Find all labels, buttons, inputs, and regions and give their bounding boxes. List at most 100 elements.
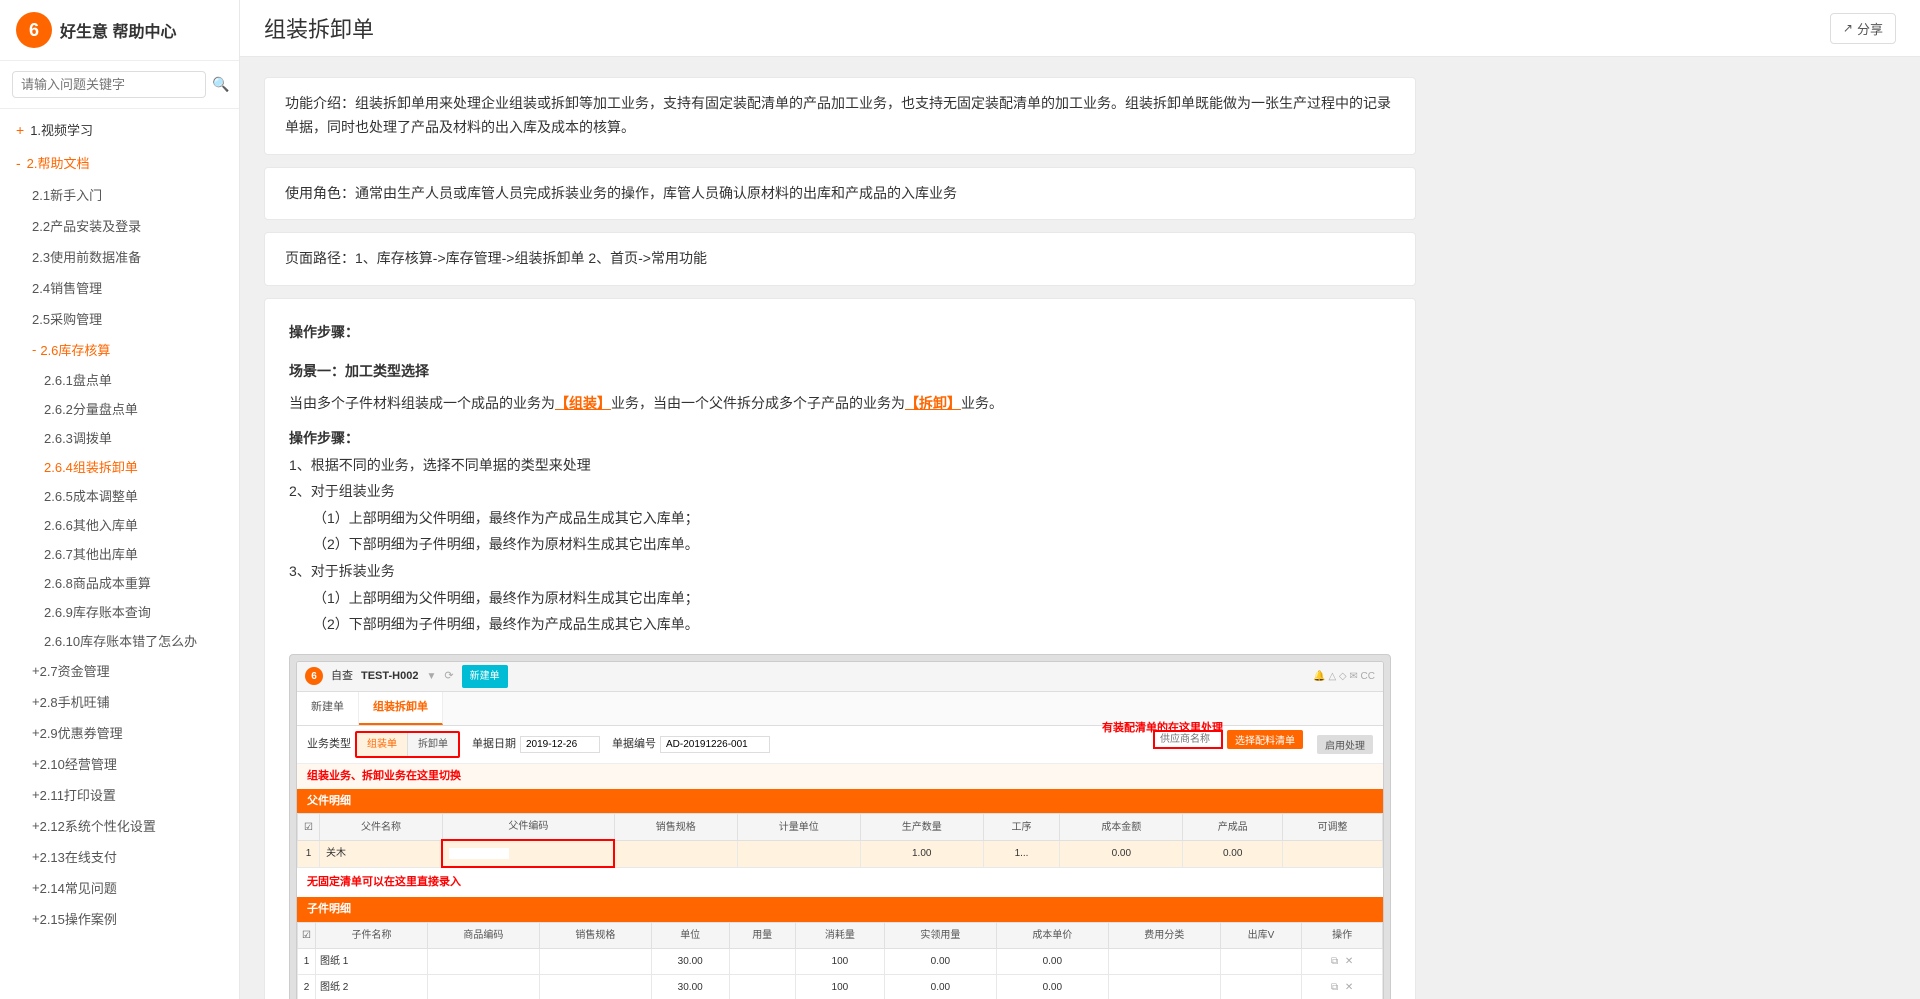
scene1-steps-title: 操作步骤：: [289, 425, 1391, 452]
sidebar-item-print[interactable]: + 2.11打印设置: [0, 779, 239, 810]
sidebar-item-cases[interactable]: + 2.15操作案例: [0, 903, 239, 934]
mock-row1-process: 1...: [983, 840, 1060, 867]
mock-tab-new[interactable]: 新建单: [297, 692, 359, 725]
sidebar-item-other-in[interactable]: 2.6.6其他入库单: [0, 510, 239, 539]
main-content: 组装拆卸单 ↗ 分享 功能介绍：组装拆卸单用来处理企业组装或拆卸等加工业务，支持…: [240, 0, 1920, 999]
sidebar-item-custom[interactable]: + 2.12系统个性化设置: [0, 810, 239, 841]
child-row2-usage: [729, 975, 795, 999]
mock-row1-adj: [1283, 840, 1383, 867]
sidebar-item-faq[interactable]: + 2.14常见问题: [0, 872, 239, 903]
child-row1-out: [1220, 949, 1302, 975]
mock-child-section-title: 子件明细: [297, 897, 1383, 922]
child-row2-ops: ⧉ ✕: [1302, 975, 1383, 999]
mock-row1-unit: [737, 840, 860, 867]
child-row2-num: 2: [298, 975, 316, 999]
annotation-type-switch: 组装业务、拆卸业务在这里切换: [307, 770, 461, 782]
mock-row1-finished: 0.00: [1183, 840, 1283, 867]
step3: 3、对于拆装业务: [289, 558, 1391, 585]
mock-logo: 6: [305, 667, 323, 685]
mock-form-area: 业务类型 组装单 拆卸单 单据日期 单据编号: [297, 726, 1383, 764]
col-parent-name: 父件名称: [319, 814, 442, 841]
mock-tab-assembly[interactable]: 组装拆卸单: [359, 692, 443, 725]
col-expense-cat: 费用分类: [1108, 923, 1220, 949]
copy-icon-2[interactable]: ⧉: [1331, 982, 1338, 993]
mock-type-toggle[interactable]: 组装单 拆卸单: [355, 731, 460, 758]
step2-1: （1）上部明细为父件明细，最终作为产成品生成其它入库单；: [313, 505, 1391, 532]
annotation-no-fixed-bom: 无固定清单可以在这里直接录入: [307, 876, 461, 888]
sidebar-item-other-out[interactable]: 2.6.7其他出库单: [0, 539, 239, 568]
mock-row1-parent-name: 关木: [319, 840, 442, 867]
mock-dropdown-icon: ▼: [426, 667, 436, 686]
sidebar-item-sales[interactable]: 2.4销售管理: [0, 272, 239, 303]
sidebar-item-video[interactable]: + 1.视频学习: [0, 113, 239, 146]
sidebar-item-stock-error[interactable]: 2.6.10库存账本错了怎么办: [0, 626, 239, 655]
logo-icon: 6: [16, 12, 52, 48]
scene1-desc: 当由多个子件材料组装成一个成品的业务为【组装】业务，当由一个父件拆分成多个子产品…: [289, 390, 1391, 417]
delete-icon-2[interactable]: ✕: [1345, 982, 1353, 993]
child-row2-expcat: [1108, 975, 1220, 999]
sidebar-item-install[interactable]: 2.2产品安装及登录: [0, 210, 239, 241]
sidebar-item-cost-adj[interactable]: 2.6.5成本调整单: [0, 481, 239, 510]
step3-1: （1）上部明细为父件明细，最终作为原材料生成其它出库单；: [313, 585, 1391, 612]
mock-refresh-icon: ⟳: [444, 666, 453, 687]
search-input[interactable]: [12, 71, 206, 98]
sidebar-item-stock-check[interactable]: 2.6.9库存账本查询: [0, 597, 239, 626]
plus-icon: +: [16, 122, 24, 138]
intro-block: 功能介绍：组装拆卸单用来处理企业组装或拆卸等加工业务，支持有固定装配清单的产品加…: [264, 77, 1416, 155]
child-row1-consume: 100: [795, 949, 884, 975]
sidebar-item-stocktake[interactable]: 2.6.1盘点单: [0, 365, 239, 394]
col-check: ☑: [298, 814, 320, 841]
child-row2-spec: [539, 975, 651, 999]
mock-select-bom-btn[interactable]: 选择配料清单: [1227, 730, 1303, 749]
mock-type-option-assemble[interactable]: 组装单: [357, 733, 408, 756]
sidebar-item-data-prep[interactable]: 2.3使用前数据准备: [0, 241, 239, 272]
sidebar-item-split-stocktake[interactable]: 2.6.2分量盘点单: [0, 394, 239, 423]
col-usage: 用量: [729, 923, 795, 949]
path-block: 页面路径：1、库存核算->库存管理->组装拆卸单 2、首页->常用功能: [264, 232, 1416, 286]
child-row2-costprice: 0.00: [996, 975, 1108, 999]
steps-content: 操作步骤： 场景一：加工类型选择 当由多个子件材料组装成一个成品的业务为【组装】…: [264, 298, 1416, 999]
plus-icon-coupon: +: [32, 725, 40, 740]
mock-docno-input[interactable]: [660, 736, 770, 753]
mock-date-input[interactable]: [520, 736, 600, 753]
mock-child-table: ☑ 子件名称 商品编码 销售规格 单位 用量 消耗量 实领用量 成本单价 费: [297, 922, 1383, 999]
col-child-name: 子件名称: [316, 923, 428, 949]
sidebar-item-ops[interactable]: + 2.10经营管理: [0, 748, 239, 779]
child-row1-name: 图纸 1: [316, 949, 428, 975]
sidebar-item-cost-reset[interactable]: 2.6.8商品成本重算: [0, 568, 239, 597]
plus-icon-cases: +: [32, 911, 40, 926]
plus-icon-mobile: +: [32, 694, 40, 709]
step1: 1、根据不同的业务，选择不同单据的类型来处理: [289, 452, 1391, 479]
sidebar-item-transfer[interactable]: 2.6.3调拨单: [0, 423, 239, 452]
step2-2: （2）下部明细为子件明细，最终作为原材料生成其它出库单。: [313, 531, 1391, 558]
mock-type-field: 业务类型 组装单 拆卸单: [307, 731, 460, 758]
col-process: 工序: [983, 814, 1060, 841]
copy-icon[interactable]: ⧉: [1331, 956, 1338, 967]
operations-title: 操作步骤：: [289, 319, 1391, 346]
mock-parent-code-input[interactable]: [449, 848, 509, 859]
mock-row1-check: 1: [298, 840, 320, 867]
sidebar-item-assembly[interactable]: 2.6.4组装拆卸单: [0, 452, 239, 481]
sidebar-item-coupon[interactable]: + 2.9优惠券管理: [0, 717, 239, 748]
mock-type-option-disassemble[interactable]: 拆卸单: [408, 733, 458, 756]
screenshot-container: 6 自查 TEST-H002 ▼ ⟳ 新建单 🔔 △ ◇ ✉ CC 新建单 组装…: [289, 654, 1391, 999]
sidebar-item-purchase[interactable]: 2.5采购管理: [0, 303, 239, 334]
mock-bom-input[interactable]: [1153, 730, 1223, 749]
search-icon[interactable]: 🔍: [212, 76, 229, 93]
sidebar-item-mobile[interactable]: + 2.8手机旺铺: [0, 686, 239, 717]
mock-select-bom-area: 选择配料清单: [1153, 730, 1303, 749]
sidebar-item-online-pay[interactable]: + 2.13在线支付: [0, 841, 239, 872]
sidebar-item-newbie[interactable]: 2.1新手入门: [0, 179, 239, 210]
mock-new-tab-btn[interactable]: 新建单: [462, 665, 508, 688]
plus-icon-finance: +: [32, 663, 40, 678]
share-button[interactable]: ↗ 分享: [1830, 13, 1896, 44]
top-bar: 组装拆卸单 ↗ 分享: [240, 0, 1920, 57]
mock-enable-btn[interactable]: 启用处理: [1317, 735, 1373, 754]
mock-row1-spec: [614, 840, 737, 867]
sidebar-item-finance[interactable]: + 2.7资金管理: [0, 655, 239, 686]
delete-icon[interactable]: ✕: [1345, 956, 1353, 967]
mock-child-row-2: 2 图纸 2 30.00 100 0.00 0.00: [298, 975, 1383, 999]
col-child-spec: 销售规格: [539, 923, 651, 949]
sidebar-item-docs[interactable]: - 2.帮助文档: [0, 146, 239, 179]
sidebar-item-inventory[interactable]: - 2.6库存核算: [0, 334, 239, 365]
